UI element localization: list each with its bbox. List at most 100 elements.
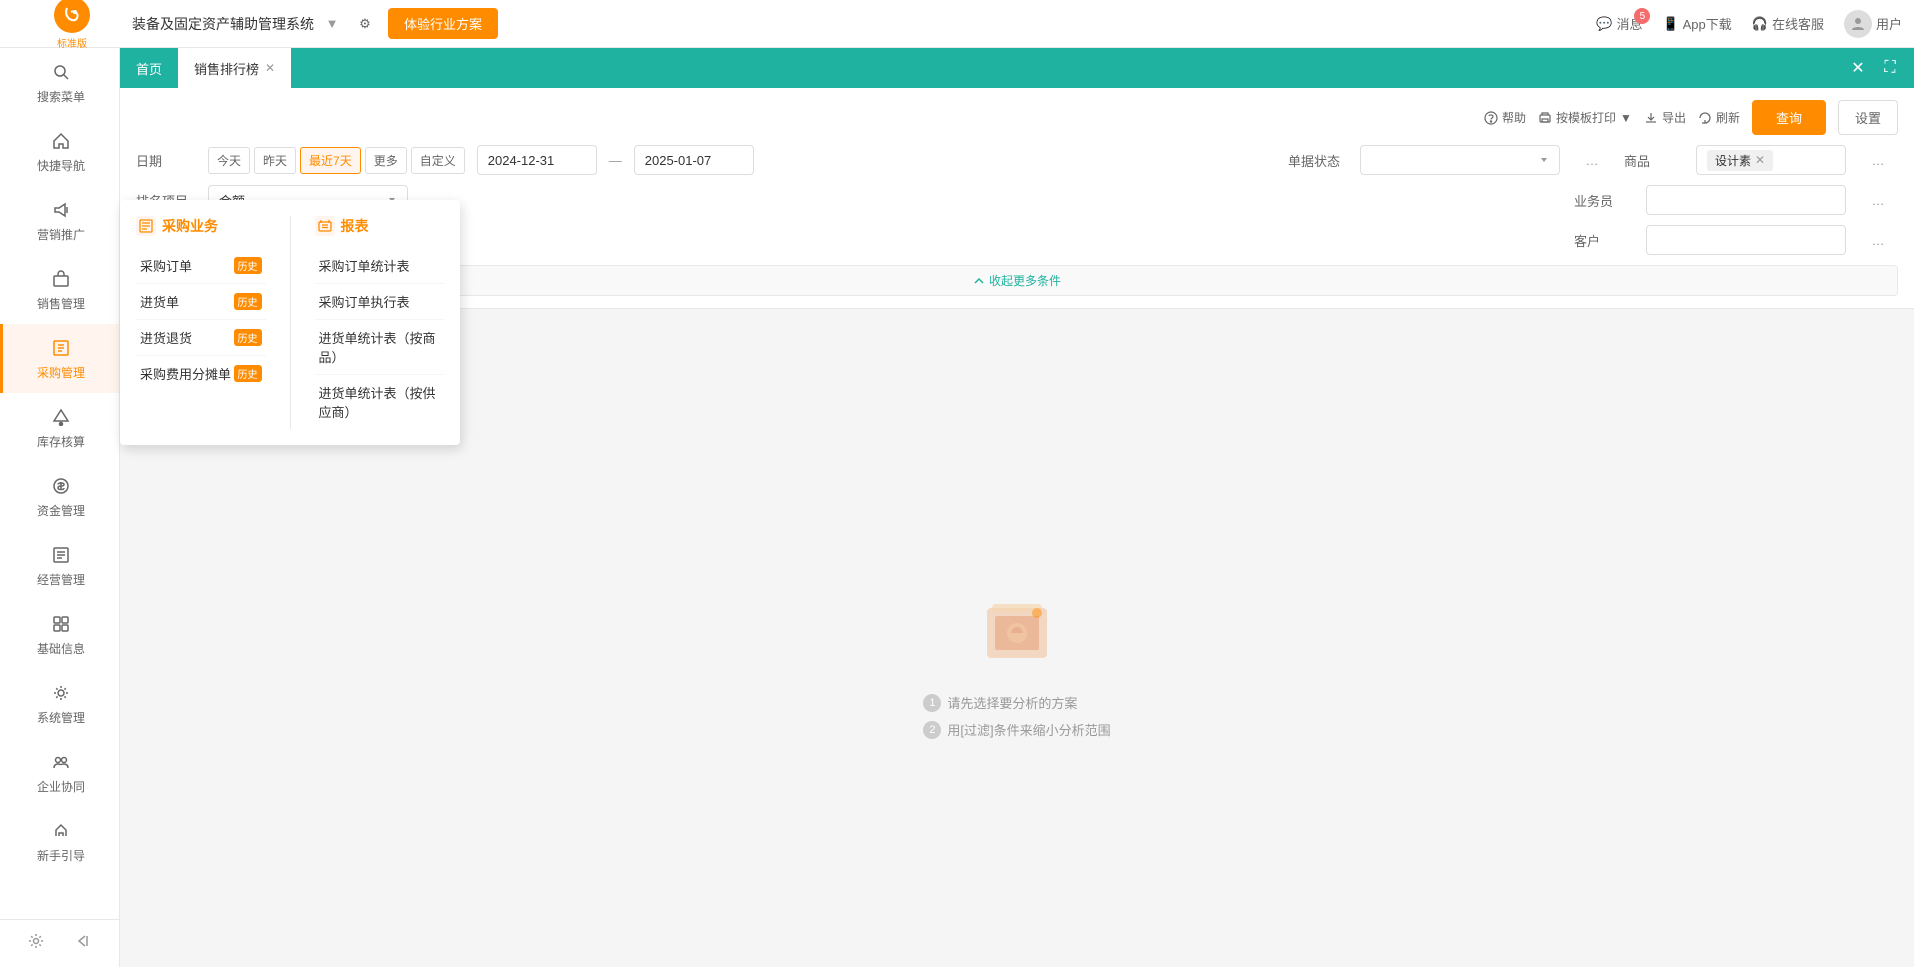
app-download-btn[interactable]: 📱 App下载 (1662, 14, 1731, 33)
tab-close-btn[interactable]: ✕ (1846, 56, 1870, 80)
date-btn-more[interactable]: 更多 (365, 147, 407, 174)
sidebar-label-marketing: 营销推广 (37, 226, 85, 243)
notification-btn[interactable]: 💬 消息 5 (1596, 14, 1642, 33)
tab-close-icon[interactable]: ✕ (265, 61, 275, 75)
report-col-icon (315, 216, 335, 236)
history-badge-3: 历史 (234, 365, 262, 382)
sidebar-label-operations: 经营管理 (37, 571, 85, 588)
goods-input[interactable]: 设计素 ✕ (1696, 145, 1846, 175)
tab-home[interactable]: 首页 (120, 48, 178, 88)
sidebar-item-operations[interactable]: 经营管理 (0, 531, 119, 600)
menu-item-purchase-expense[interactable]: 采购费用分摊单 历史 (136, 356, 266, 391)
menu-item-purchase-order-report[interactable]: 采购订单统计表 (315, 248, 445, 284)
date-btn-today[interactable]: 今天 (208, 147, 250, 174)
sidebar-label-finance: 资金管理 (37, 502, 85, 519)
goods-tag-remove[interactable]: ✕ (1755, 153, 1765, 167)
date-to-input[interactable]: 2025-01-07 (634, 145, 754, 175)
online-service-btn[interactable]: 🎧 在线客服 (1752, 14, 1824, 33)
empty-hint-2: 2 用[过滤]条件来缩小分析范围 (923, 720, 1110, 739)
goods-label: 商品 (1624, 151, 1684, 170)
date-input[interactable]: 2024-12-31 (477, 145, 597, 175)
purchase-icon (49, 336, 73, 360)
salesman-input[interactable] (1646, 185, 1846, 215)
date-range: 今天 昨天 最近7天 更多 自定义 (208, 147, 465, 174)
customer-ellipsis[interactable]: … (1858, 233, 1898, 248)
menu-divider (290, 216, 291, 429)
salesman-ellipsis[interactable]: … (1858, 193, 1898, 208)
user-btn[interactable]: 用户 (1844, 10, 1902, 38)
headset-icon: 🎧 (1752, 16, 1768, 32)
menu-item-incoming-return[interactable]: 进货退货 历史 (136, 320, 266, 356)
top-right: 💬 消息 5 📱 App下载 🎧 在线客服 用户 (1596, 10, 1902, 38)
print-template-btn[interactable]: 按模板打印 ▼ (1538, 109, 1632, 126)
export-btn[interactable]: 导出 (1644, 109, 1686, 126)
title-dropdown-icon[interactable]: ▼ (322, 14, 342, 34)
refresh-btn[interactable]: 刷新 (1698, 109, 1740, 126)
industry-btn[interactable]: 体验行业方案 (388, 8, 498, 39)
help-btn[interactable]: 帮助 (1484, 109, 1526, 126)
date-btn-yesterday[interactable]: 昨天 (254, 147, 296, 174)
basicinfo-icon (49, 612, 73, 636)
logo-area: 标准版 (12, 0, 132, 50)
sidebar-item-basic-info[interactable]: 基础信息 (0, 600, 119, 669)
empty-hint-1: 1 请先选择要分析的方案 (923, 693, 1110, 712)
purchase-col-icon (136, 216, 156, 236)
collapse-sidebar-btn[interactable] (74, 932, 92, 955)
menu-item-incoming[interactable]: 进货单 历史 (136, 284, 266, 320)
sidebar-label-basic-info: 基础信息 (37, 640, 85, 657)
settings-btn[interactable]: 设置 (1838, 100, 1898, 135)
gear-icon[interactable]: ⚙ (350, 9, 380, 39)
megaphone-icon (49, 198, 73, 222)
phone-icon: 📱 (1662, 16, 1678, 32)
hint-num-1: 1 (923, 694, 941, 712)
tab-bar-right: ✕ ⛶ (1846, 56, 1914, 80)
avatar (1844, 10, 1872, 38)
sidebar-bottom (0, 919, 119, 967)
tab-sales-rank-label: 销售排行榜 (194, 59, 259, 78)
sales-icon (49, 267, 73, 291)
menu-item-incoming-by-supplier[interactable]: 进货单统计表（按供应商） (315, 375, 445, 429)
date-btn-7days[interactable]: 最近7天 (300, 147, 361, 174)
menu-item-incoming-by-goods[interactable]: 进货单统计表（按商品） (315, 320, 445, 375)
sidebar-item-sales[interactable]: 销售管理 (0, 255, 119, 324)
goods-ellipsis[interactable]: … (1858, 153, 1898, 168)
content-area: 首页 销售排行榜 ✕ ✕ ⛶ (120, 48, 1914, 967)
salesman-label: 业务员 (1574, 191, 1634, 210)
date-separator: — (609, 153, 622, 168)
sidebar-item-quick-nav[interactable]: 快捷导航 (0, 117, 119, 186)
inventory-icon (49, 405, 73, 429)
logo-subtitle: 标准版 (57, 35, 87, 50)
bill-status-input[interactable] (1360, 145, 1560, 175)
menu-item-purchase-order[interactable]: 采购订单 历史 (136, 248, 266, 284)
menu-item-purchase-order-exec[interactable]: 采购订单执行表 (315, 284, 445, 320)
tab-expand-btn[interactable]: ⛶ (1878, 56, 1902, 80)
sidebar-item-enterprise[interactable]: 企业协同 (0, 738, 119, 807)
empty-illustration (967, 578, 1067, 681)
bill-status-ellipsis[interactable]: … (1572, 153, 1612, 168)
query-btn[interactable]: 查询 (1752, 100, 1826, 135)
sidebar-item-marketing[interactable]: 营销推广 (0, 186, 119, 255)
customer-label: 客户 (1574, 231, 1634, 250)
sidebar-item-newbie[interactable]: 新手引导 (0, 807, 119, 876)
sidebar-label-newbie: 新手引导 (37, 847, 85, 864)
system-title: 装备及固定资产辅助管理系统 (132, 14, 314, 34)
sidebar-item-inventory[interactable]: 库存核算 (0, 393, 119, 462)
system-title-area: 装备及固定资产辅助管理系统 ▼ ⚙ 体验行业方案 (132, 8, 1596, 39)
tab-sales-rank[interactable]: 销售排行榜 ✕ (178, 48, 291, 88)
settings-bottom-btn[interactable] (27, 932, 45, 955)
system-icon (49, 681, 73, 705)
sidebar-item-system[interactable]: 系统管理 (0, 669, 119, 738)
sidebar-label-sales: 销售管理 (37, 295, 85, 312)
date-btn-custom[interactable]: 自定义 (411, 147, 465, 174)
customer-input[interactable] (1646, 225, 1846, 255)
history-badge-2: 历史 (234, 329, 262, 346)
print-dropdown-icon: ▼ (1620, 111, 1632, 125)
goods-tag: 设计素 ✕ (1707, 150, 1773, 171)
sidebar-item-purchase[interactable]: 采购管理 (0, 324, 119, 393)
sidebar-item-finance[interactable]: 资金管理 (0, 462, 119, 531)
tab-bar: 首页 销售排行榜 ✕ ✕ ⛶ (120, 48, 1914, 88)
report-col: 报表 采购订单统计表 采购订单执行表 进货单统计表（按商品） 进货单统计表（按供… (315, 216, 445, 429)
finance-icon (49, 474, 73, 498)
sidebar-item-search[interactable]: 搜索菜单 (0, 48, 119, 117)
search-icon (49, 60, 73, 84)
